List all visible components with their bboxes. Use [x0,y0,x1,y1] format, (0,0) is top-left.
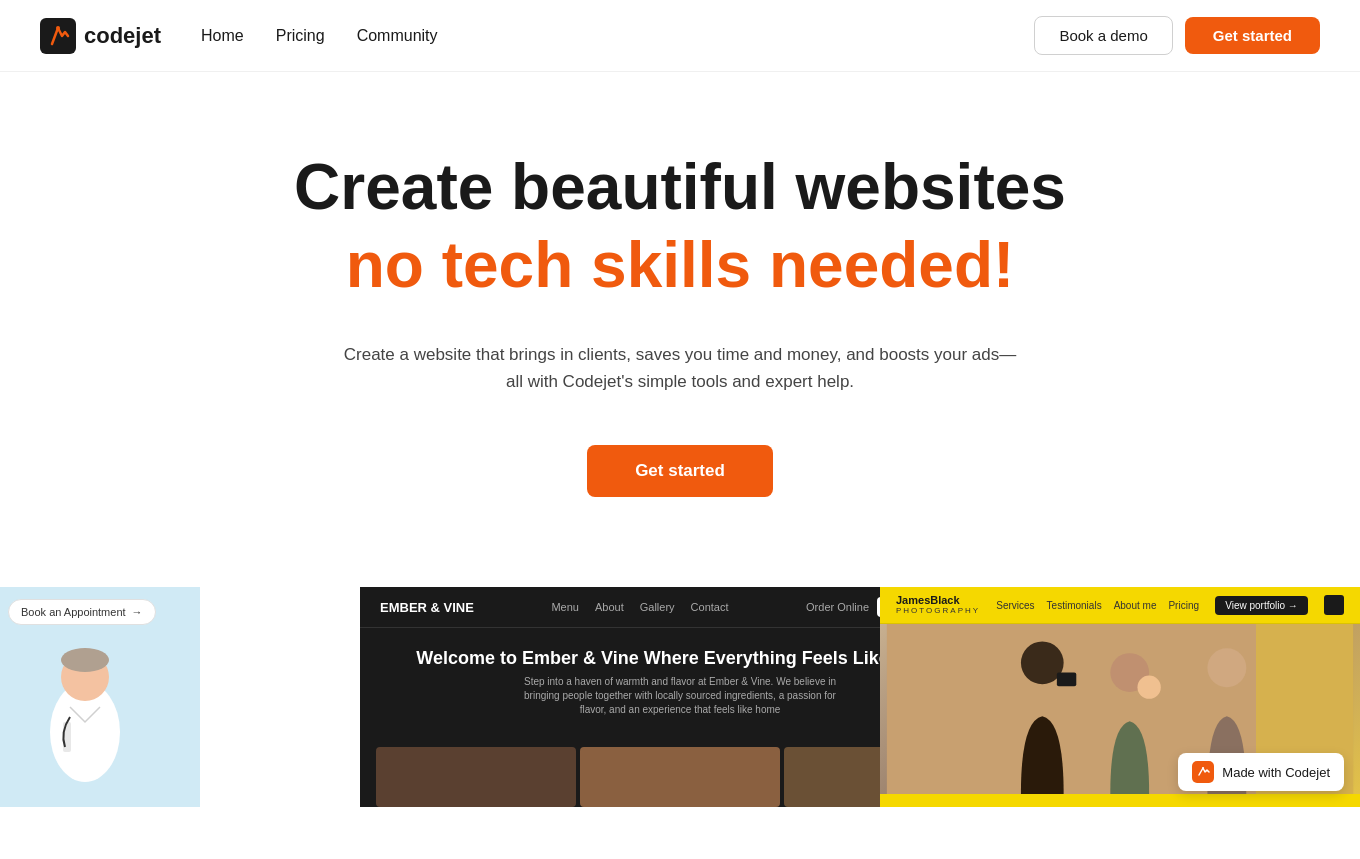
get-started-nav-button[interactable]: Get started [1185,17,1320,54]
view-portfolio-button[interactable]: View portfolio → [1215,596,1308,615]
made-with-label: Made with Codejet [1222,765,1330,780]
book-appointment-arrow: → [132,606,143,618]
nav-links: Home Pricing Community [201,27,438,45]
ember-vine-body: Step into a haven of warmth and flavor a… [520,675,840,717]
hero-subtitle: Create a website that brings in clients,… [340,341,1020,395]
james-black-logo: JamesBlack PHOTOGRAPHY [896,595,980,615]
right-nav-about: About me [1114,600,1157,611]
right-nav-pricing: Pricing [1168,600,1199,611]
center-img-2 [580,747,780,807]
right-card-nav: JamesBlack PHOTOGRAPHY Services Testimon… [880,587,1360,624]
nav-link-pricing[interactable]: Pricing [276,27,325,44]
right-nav-links: Services Testimonials About me Pricing [996,600,1199,611]
right-nav-icon [1324,595,1344,615]
right-nav-testimonials: Testimonials [1047,600,1102,611]
preview-card-left: Book an Appointment → [0,587,200,807]
nav-item-home[interactable]: Home [201,27,244,45]
center-nav-menu: Menu [551,601,579,613]
svg-point-11 [1207,648,1246,687]
nav-item-pricing[interactable]: Pricing [276,27,325,45]
codejet-badge-icon [1192,761,1214,783]
navbar-right: Book a demo Get started [1034,16,1320,55]
navbar-left: codejet Home Pricing Community [40,18,438,54]
made-with-codejet-badge: Made with Codejet [1178,753,1344,791]
book-demo-button[interactable]: Book a demo [1034,16,1172,55]
doctor-figure [15,632,155,807]
hero-title-line1: Create beautiful websites [294,152,1066,222]
ember-vine-logo: EMBER & VINE [380,600,474,615]
center-img-1 [376,747,576,807]
nav-item-community[interactable]: Community [357,27,438,45]
book-appointment-text: Book an Appointment [21,606,126,618]
preview-card-right: JamesBlack PHOTOGRAPHY Services Testimon… [880,587,1360,807]
center-nav-contact: Contact [691,601,729,613]
preview-section: Book an Appointment → EMBER & VINE Men [0,577,1360,807]
svg-point-4 [61,648,109,672]
order-online-label: Order Online [806,601,869,613]
navbar: codejet Home Pricing Community Book a de… [0,0,1360,72]
nav-link-community[interactable]: Community [357,27,438,44]
svg-rect-8 [1057,673,1076,687]
book-appointment-bar: Book an Appointment → [8,599,156,625]
logo-icon [40,18,76,54]
center-nav-about: About [595,601,624,613]
svg-point-10 [1137,676,1160,699]
svg-point-13 [1202,767,1204,769]
hero-title-line2: no tech skills needed! [346,230,1015,300]
right-nav-services: Services [996,600,1034,611]
svg-rect-0 [40,18,76,54]
svg-point-1 [56,26,60,30]
center-nav-links: Menu About Gallery Contact [551,601,728,613]
center-nav-gallery: Gallery [640,601,675,613]
nav-link-home[interactable]: Home [201,27,244,44]
logo-text: codejet [84,23,161,49]
get-started-hero-button[interactable]: Get started [587,445,773,497]
logo[interactable]: codejet [40,18,161,54]
hero-section: Create beautiful websites no tech skills… [0,72,1360,557]
